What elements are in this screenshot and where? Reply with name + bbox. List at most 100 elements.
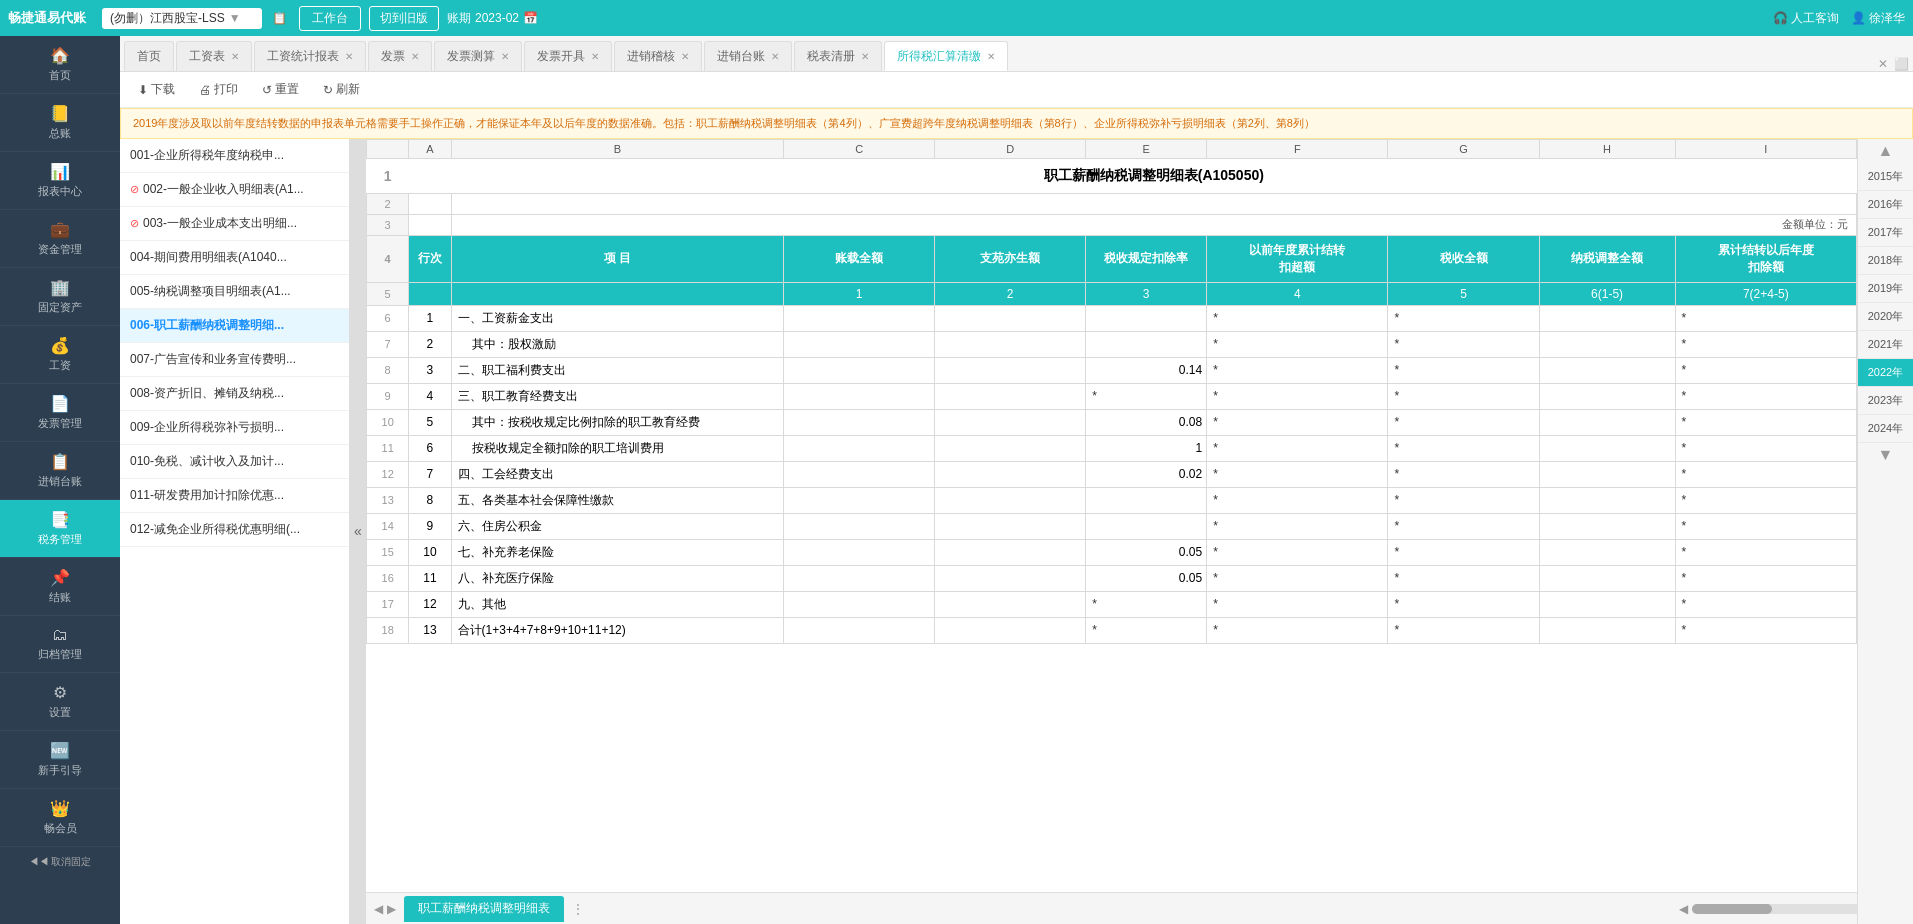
tab-bar-close-all[interactable]: ✕: [1878, 57, 1888, 71]
year-2020[interactable]: 2020年: [1858, 303, 1913, 331]
year-2021[interactable]: 2021年: [1858, 331, 1913, 359]
form-item-008[interactable]: 008-资产折旧、摊销及纳税...: [120, 377, 349, 411]
tab-salary-close[interactable]: ✕: [231, 51, 239, 62]
horizontal-scroll-left[interactable]: ◀: [1679, 902, 1688, 916]
form-item-006[interactable]: 006-职工薪酬纳税调整明细...: [120, 309, 349, 343]
tab-invoice-issue-close[interactable]: ✕: [591, 51, 599, 62]
col-h: H: [1539, 139, 1675, 158]
sidebar-item-tax[interactable]: 📑 税务管理: [0, 500, 120, 558]
sheet-tab-label: 职工薪酬纳税调整明细表: [418, 900, 550, 917]
tab-salary[interactable]: 工资表 ✕: [176, 41, 252, 71]
col-a: A: [409, 139, 451, 158]
service-btn[interactable]: 🎧 人工客询: [1773, 10, 1839, 27]
sidebar-item-home[interactable]: 🏠 首页: [0, 36, 120, 94]
form-item-005[interactable]: 005-纳税调整项目明细表(A1...: [120, 275, 349, 309]
app-container: 畅捷通易代账 (勿删）江西股宝-LSS ▼ 📋 工作台 切到旧版 账期 2023…: [0, 0, 1913, 924]
form-item-002[interactable]: ⊘ 002-一般企业收入明细表(A1...: [120, 173, 349, 207]
tab-income-tax[interactable]: 所得税汇算清缴 ✕: [884, 41, 1008, 71]
sidebar-item-reports[interactable]: 📊 报表中心: [0, 152, 120, 210]
form-item-007[interactable]: 007-广告宣传和业务宣传费明...: [120, 343, 349, 377]
bottom-tab-bar: ◀ ▶ 职工薪酬纳税调整明细表 ⋮ ◀: [366, 892, 1913, 924]
old-version-button[interactable]: 切到旧版: [369, 6, 439, 31]
reset-button[interactable]: ↺ 重置: [256, 78, 305, 101]
sidebar-item-salary[interactable]: 💰 工资: [0, 326, 120, 384]
form-item-009[interactable]: 009-企业所得税弥补亏损明...: [120, 411, 349, 445]
table-row: 17 12 九、其他 * * * *: [367, 591, 1857, 617]
tab-salary-stats[interactable]: 工资统计报表 ✕: [254, 41, 366, 71]
header-col1: 账载全额: [784, 235, 935, 282]
table-row-title: 1 职工薪酬纳税调整明细表(A105050): [367, 158, 1857, 193]
tab-bar-expand[interactable]: ⬜: [1894, 57, 1909, 71]
form-item-011[interactable]: 011-研发费用加计扣除优惠...: [120, 479, 349, 513]
sidebar-item-assets[interactable]: 🏢 固定资产: [0, 268, 120, 326]
year-2022[interactable]: 2022年: [1858, 359, 1913, 387]
tab-invoice-close[interactable]: ✕: [411, 51, 419, 62]
tab-tax-forms[interactable]: 税表清册 ✕: [794, 41, 882, 71]
main-layout: 🏠 首页 📒 总账 📊 报表中心 💼 资金管理 🏢 固定资产 💰 工资: [0, 36, 1913, 924]
sidebar-item-funds[interactable]: 💼 资金管理: [0, 210, 120, 268]
year-2019[interactable]: 2019年: [1858, 275, 1913, 303]
top-bar-right: 🎧 人工客询 👤 徐泽华: [1773, 10, 1905, 27]
year-2018[interactable]: 2018年: [1858, 247, 1913, 275]
workspace-button[interactable]: 工作台: [299, 6, 361, 31]
collapse-panel-btn[interactable]: «: [350, 139, 366, 925]
company-selector[interactable]: (勿删）江西股宝-LSS ▼: [102, 8, 262, 29]
tab-purchase-verify[interactable]: 进销稽核 ✕: [614, 41, 702, 71]
warning-bar: 2019年度涉及取以前年度结转数据的申报表单元格需要手工操作正确，才能保证本年及…: [120, 108, 1913, 139]
tab-salary-stats-close[interactable]: ✕: [345, 51, 353, 62]
sidebar-label-member: 畅会员: [44, 821, 77, 836]
sidebar-item-guide[interactable]: 🆕 新手引导: [0, 731, 120, 789]
sheet-scroll-right[interactable]: ▶: [387, 902, 396, 916]
tab-invoice-calc-close[interactable]: ✕: [501, 51, 509, 62]
tab-purchase-verify-close[interactable]: ✕: [681, 51, 689, 62]
app-logo: 畅捷通易代账: [8, 9, 86, 27]
sidebar-label-reports: 报表中心: [38, 184, 82, 199]
tab-invoice-issue[interactable]: 发票开具 ✕: [524, 41, 612, 71]
sheet-menu-dots[interactable]: ⋮: [572, 902, 584, 916]
unit-label: 金额单位：元: [451, 214, 1856, 235]
funds-icon: 💼: [50, 220, 70, 239]
col-f: F: [1207, 139, 1388, 158]
sheet-scroll-left[interactable]: ◀: [374, 902, 383, 916]
year-2016[interactable]: 2016年: [1858, 191, 1913, 219]
home-icon: 🏠: [50, 46, 70, 65]
tab-invoice-calc[interactable]: 发票测算 ✕: [434, 41, 522, 71]
sidebar-item-close[interactable]: 📌 结账: [0, 558, 120, 616]
period-calendar-icon[interactable]: 📅: [523, 11, 538, 25]
form-item-001[interactable]: 001-企业所得税年度纳税申...: [120, 139, 349, 173]
download-button[interactable]: ⬇ 下载: [132, 78, 181, 101]
col-b: B: [451, 139, 783, 158]
year-2024[interactable]: 2024年: [1858, 415, 1913, 443]
sidebar-item-ledger[interactable]: 📒 总账: [0, 94, 120, 152]
form-item-003[interactable]: ⊘ 003-一般企业成本支出明细...: [120, 207, 349, 241]
tab-home[interactable]: 首页: [124, 41, 174, 71]
year-2017[interactable]: 2017年: [1858, 219, 1913, 247]
calendar-icon[interactable]: 📋: [272, 11, 287, 25]
table-container[interactable]: A B C D E F G H I: [366, 139, 1913, 893]
print-button[interactable]: 🖨 打印: [193, 78, 244, 101]
tab-tax-forms-close[interactable]: ✕: [861, 51, 869, 62]
cancel-fixed-btn[interactable]: ◀◀ 取消固定: [0, 847, 120, 877]
year-2023[interactable]: 2023年: [1858, 387, 1913, 415]
tab-invoice[interactable]: 发票 ✕: [368, 41, 432, 71]
year-2015[interactable]: 2015年: [1858, 163, 1913, 191]
form-item-004[interactable]: 004-期间费用明细表(A1040...: [120, 241, 349, 275]
table-row-2: 2: [367, 193, 1857, 214]
form-item-010[interactable]: 010-免税、减计收入及加计...: [120, 445, 349, 479]
sidebar-item-settings[interactable]: ⚙ 设置: [0, 673, 120, 731]
sidebar-item-invoice[interactable]: 📄 发票管理: [0, 384, 120, 442]
tab-purchase-ledger-close[interactable]: ✕: [771, 51, 779, 62]
form-item-012[interactable]: 012-减免企业所得税优惠明细(...: [120, 513, 349, 547]
year-nav-down[interactable]: ▼: [1858, 443, 1913, 467]
sidebar-item-member[interactable]: 👑 畅会员: [0, 789, 120, 847]
tab-purchase-ledger[interactable]: 进销台账 ✕: [704, 41, 792, 71]
tab-income-tax-close[interactable]: ✕: [987, 51, 995, 62]
sidebar-item-archive[interactable]: 🗂 归档管理: [0, 616, 120, 673]
user-btn[interactable]: 👤 徐泽华: [1851, 10, 1905, 27]
year-nav-up[interactable]: ▲: [1858, 139, 1913, 163]
member-icon: 👑: [50, 799, 70, 818]
sheet-tab-main[interactable]: 职工薪酬纳税调整明细表: [404, 896, 564, 922]
refresh-button[interactable]: ↻ 刷新: [317, 78, 366, 101]
table-row: 7 2 其中：股权激励 * * *: [367, 331, 1857, 357]
sidebar-item-purchase-sales[interactable]: 📋 进销台账: [0, 442, 120, 500]
